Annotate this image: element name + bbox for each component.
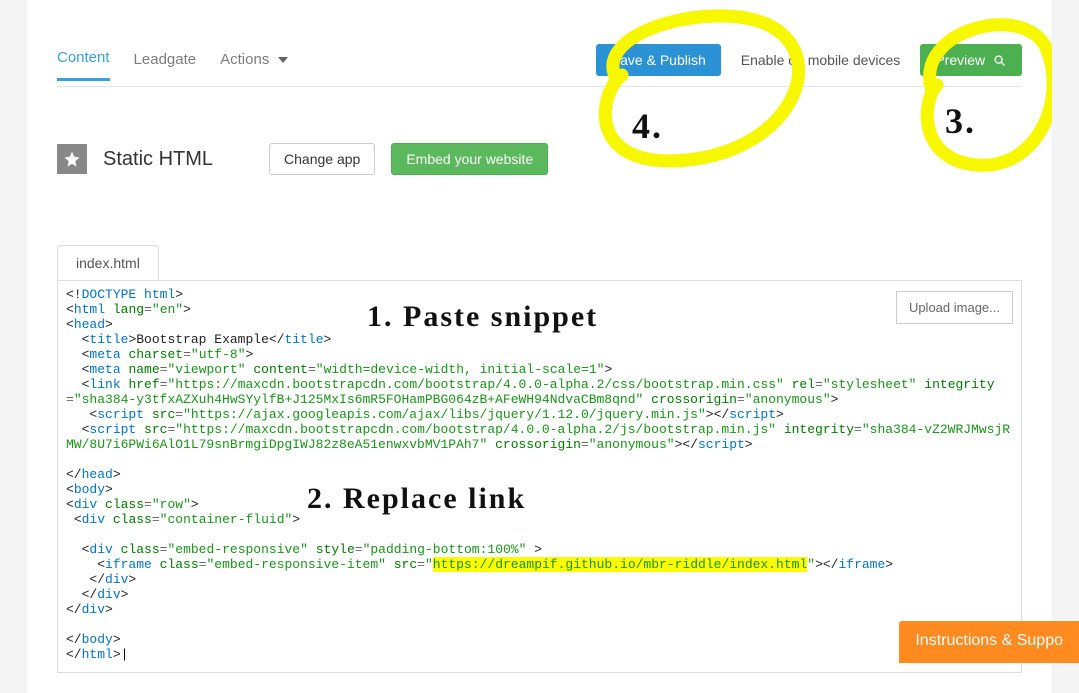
app-header: Static HTML Change app Embed your websit… — [57, 143, 1022, 175]
annotation-number-4: 4. — [632, 105, 663, 147]
file-tabs: index.html — [57, 245, 1022, 280]
tab-actions[interactable]: Actions — [220, 51, 287, 80]
header-bar: Content Leadgate Actions Save & Publish … — [57, 0, 1022, 87]
tab-leadgate[interactable]: Leadgate — [134, 51, 197, 80]
code-content[interactable]: <!DOCTYPE html> <html lang="en"> <head> … — [66, 287, 1013, 662]
file-tab-index[interactable]: index.html — [57, 245, 159, 280]
content-panel: Content Leadgate Actions Save & Publish … — [27, 0, 1052, 693]
tab-content[interactable]: Content — [57, 49, 110, 81]
upload-image-button[interactable]: Upload image... — [896, 291, 1013, 324]
preview-button[interactable]: Preview — [920, 44, 1022, 76]
code-editor[interactable]: Upload image... <!DOCTYPE html> <html la… — [57, 280, 1022, 673]
app-icon — [57, 144, 87, 174]
support-button[interactable]: Instructions & Suppo — [899, 621, 1079, 663]
embed-website-button[interactable]: Embed your website — [391, 143, 548, 175]
search-icon — [993, 54, 1007, 68]
preview-label: Preview — [935, 52, 985, 68]
save-publish-button[interactable]: Save & Publish — [596, 44, 721, 76]
annotation-number-3: 3. — [945, 100, 976, 142]
chevron-down-icon — [278, 57, 288, 63]
star-icon — [63, 150, 81, 168]
change-app-button[interactable]: Change app — [269, 143, 375, 175]
app-title: Static HTML — [103, 148, 213, 171]
enable-mobile-button[interactable]: Enable on mobile devices — [731, 45, 911, 75]
tab-actions-label: Actions — [220, 51, 269, 68]
